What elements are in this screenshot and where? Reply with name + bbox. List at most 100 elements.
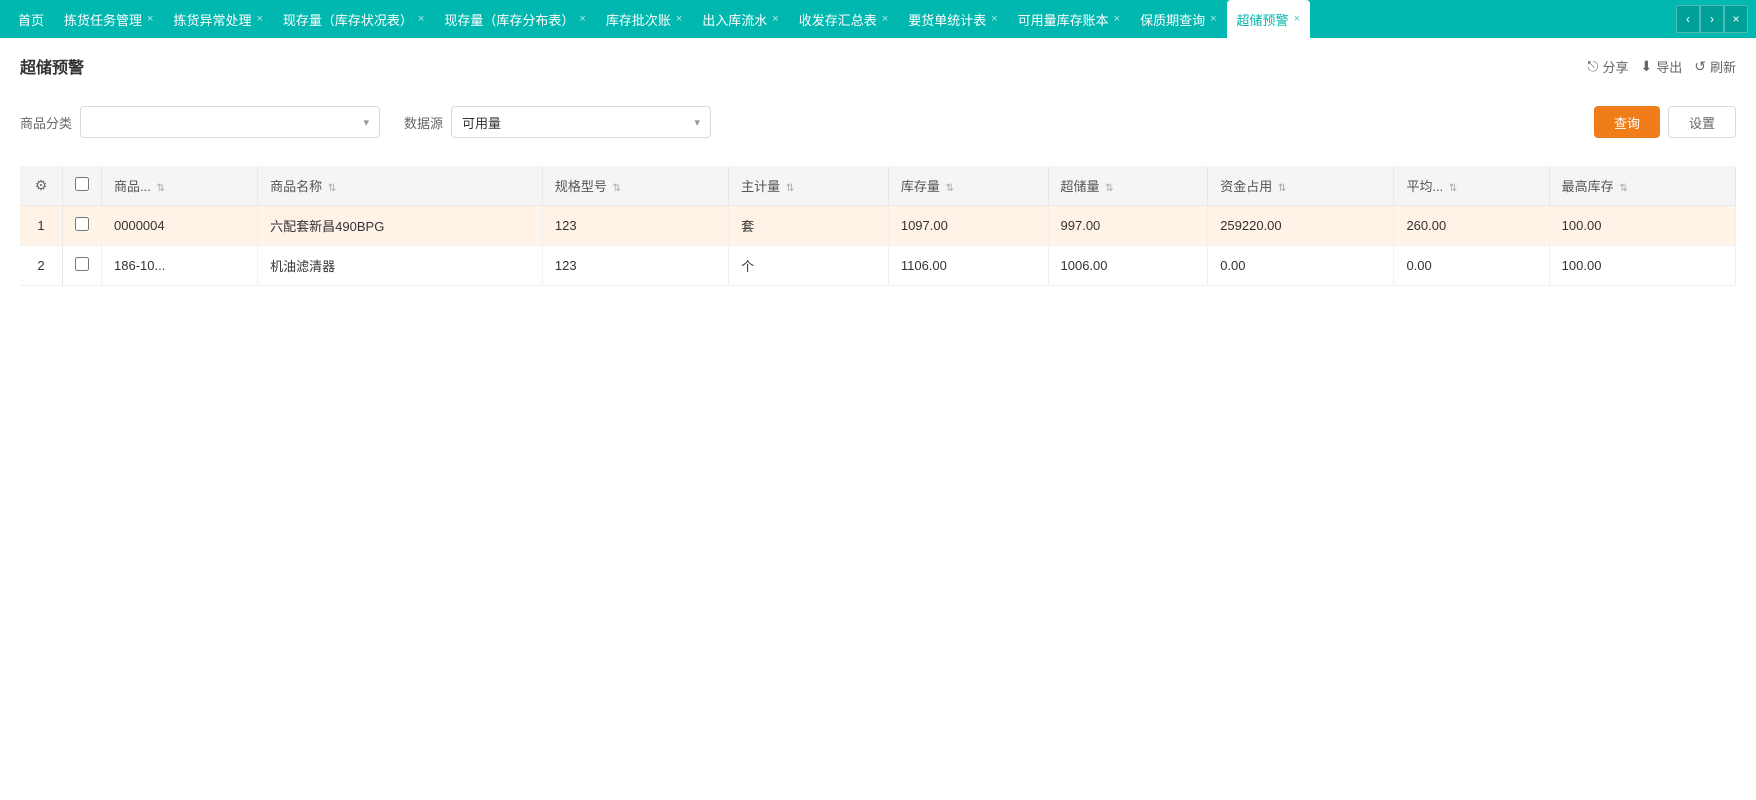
export-icon: ⬇ bbox=[1641, 58, 1653, 75]
nav-label: 要货单统计表 bbox=[908, 10, 986, 29]
close-icon[interactable]: × bbox=[256, 13, 262, 25]
nav-label: 现存量（库存状况表） bbox=[283, 10, 413, 29]
th-overstock[interactable]: 超储量 ⇅ bbox=[1048, 166, 1208, 206]
nav-item-task[interactable]: 拣货任务管理 × bbox=[54, 0, 163, 38]
header-actions: ⎋ 分享 ⬇ 导出 ↺ 刷新 bbox=[1587, 57, 1736, 76]
nav-item-stock-dist[interactable]: 现存量（库存分布表） × bbox=[434, 0, 595, 38]
nav-item-order-stat[interactable]: 要货单统计表 × bbox=[898, 0, 1007, 38]
share-label: 分享 bbox=[1602, 57, 1628, 76]
page-container: 超储预警 ⎋ 分享 ⬇ 导出 ↺ 刷新 商品分类 ▾ 数据源 bbox=[0, 38, 1756, 800]
nav-label: 库存批次账 bbox=[606, 10, 671, 29]
setting-button[interactable]: 设置 bbox=[1668, 106, 1736, 138]
product-name: 六配套新昌490BPG bbox=[258, 206, 543, 246]
close-icon[interactable]: × bbox=[991, 13, 997, 25]
row-checkbox[interactable] bbox=[75, 257, 89, 271]
sort-icon: ⇅ bbox=[945, 183, 953, 194]
datasource-select[interactable]: 可用量 ▾ bbox=[451, 106, 711, 138]
table-header-row: ⚙ 商品... ⇅ 商品名称 ⇅ 规格型号 ⇅ 主计量 bbox=[20, 166, 1736, 206]
query-button[interactable]: 查询 bbox=[1594, 106, 1660, 138]
chevron-down-icon: ▾ bbox=[363, 116, 369, 129]
category-filter-group: 商品分类 ▾ bbox=[20, 106, 380, 138]
sort-icon: ⇅ bbox=[613, 183, 621, 194]
export-button[interactable]: ⬇ 导出 bbox=[1641, 57, 1683, 76]
nav-item-exception[interactable]: 拣货异常处理 × bbox=[163, 0, 272, 38]
overstock: 997.00 bbox=[1048, 206, 1208, 246]
row-num: 2 bbox=[20, 246, 63, 286]
nav-item-home[interactable]: 首页 bbox=[8, 0, 54, 38]
close-icon[interactable]: × bbox=[147, 13, 153, 25]
sort-icon: ⇅ bbox=[1619, 183, 1627, 194]
nav-item-available[interactable]: 可用量库存账本 × bbox=[1008, 0, 1130, 38]
refresh-label: 刷新 bbox=[1710, 57, 1736, 76]
close-icon[interactable]: × bbox=[1294, 13, 1300, 25]
th-label: 超储量 bbox=[1061, 179, 1100, 194]
max-stock: 100.00 bbox=[1549, 206, 1735, 246]
close-icon[interactable]: × bbox=[772, 13, 778, 25]
row-num: 1 bbox=[20, 206, 63, 246]
nav-item-stock-status[interactable]: 现存量（库存状况表） × bbox=[273, 0, 434, 38]
th-capital[interactable]: 资金占用 ⇅ bbox=[1208, 166, 1394, 206]
nav-label: 保质期查询 bbox=[1140, 10, 1205, 29]
th-label: 最高库存 bbox=[1562, 179, 1614, 194]
category-select[interactable]: ▾ bbox=[80, 106, 380, 138]
th-spec[interactable]: 规格型号 ⇅ bbox=[542, 166, 728, 206]
datasource-label: 数据源 bbox=[404, 113, 443, 132]
sort-icon: ⇅ bbox=[156, 183, 164, 194]
page-title: 超储预警 bbox=[20, 54, 84, 78]
close-icon[interactable]: × bbox=[579, 13, 585, 25]
avg: 0.00 bbox=[1394, 246, 1549, 286]
share-button[interactable]: ⎋ 分享 bbox=[1587, 57, 1628, 76]
th-label: 平均... bbox=[1406, 179, 1443, 194]
sort-icon: ⇅ bbox=[1278, 183, 1286, 194]
nav-arrow-left[interactable]: ‹ bbox=[1676, 5, 1700, 33]
nav-label: 现存量（库存分布表） bbox=[444, 10, 574, 29]
nav-item-expiry[interactable]: 保质期查询 × bbox=[1130, 0, 1226, 38]
table-row: 2 186-10... 机油滤清器 123 个 1106.00 1006.00 … bbox=[20, 246, 1736, 286]
nav-item-batch[interactable]: 库存批次账 × bbox=[596, 0, 692, 38]
refresh-icon: ↺ bbox=[1694, 58, 1706, 75]
close-icon[interactable]: × bbox=[1114, 13, 1120, 25]
checkbox-cell[interactable] bbox=[63, 246, 102, 286]
th-max-stock[interactable]: 最高库存 ⇅ bbox=[1549, 166, 1735, 206]
th-unit[interactable]: 主计量 ⇅ bbox=[729, 166, 889, 206]
close-icon[interactable]: × bbox=[676, 13, 682, 25]
row-checkbox[interactable] bbox=[75, 217, 89, 231]
chevron-down-icon: ▾ bbox=[695, 116, 701, 129]
filter-bar: 商品分类 ▾ 数据源 可用量 ▾ 查询 设置 bbox=[20, 94, 1736, 150]
nav-arrow-right[interactable]: › bbox=[1700, 5, 1724, 33]
product-name: 机油滤清器 bbox=[258, 246, 543, 286]
checkbox-cell[interactable] bbox=[63, 206, 102, 246]
capital: 0.00 bbox=[1208, 246, 1394, 286]
th-product-name[interactable]: 商品名称 ⇅ bbox=[258, 166, 543, 206]
overstock: 1006.00 bbox=[1048, 246, 1208, 286]
unit: 套 bbox=[729, 206, 889, 246]
th-label: 商品... bbox=[114, 179, 151, 194]
page-header: 超储预警 ⎋ 分享 ⬇ 导出 ↺ 刷新 bbox=[20, 54, 1736, 78]
refresh-button[interactable]: ↺ 刷新 bbox=[1694, 57, 1736, 76]
settings-icon[interactable]: ⚙ bbox=[32, 177, 50, 195]
nav-arrow-close[interactable]: × bbox=[1724, 5, 1748, 33]
close-icon[interactable]: × bbox=[418, 13, 424, 25]
sort-icon: ⇅ bbox=[328, 183, 336, 194]
nav-item-summary[interactable]: 收发存汇总表 × bbox=[789, 0, 898, 38]
th-checkbox bbox=[63, 166, 102, 206]
product-code: 0000004 bbox=[102, 206, 258, 246]
close-icon[interactable]: × bbox=[882, 13, 888, 25]
product-code: 186-10... bbox=[102, 246, 258, 286]
th-product-code[interactable]: 商品... ⇅ bbox=[102, 166, 258, 206]
select-all-checkbox[interactable] bbox=[75, 177, 89, 191]
nav-item-inout[interactable]: 出入库流水 × bbox=[692, 0, 788, 38]
th-settings[interactable]: ⚙ bbox=[20, 166, 63, 206]
th-label: 商品名称 bbox=[270, 179, 322, 194]
share-icon: ⎋ bbox=[1587, 58, 1598, 75]
capital: 259220.00 bbox=[1208, 206, 1394, 246]
nav-label: 拣货任务管理 bbox=[64, 10, 142, 29]
unit: 个 bbox=[729, 246, 889, 286]
th-avg[interactable]: 平均... ⇅ bbox=[1394, 166, 1549, 206]
close-icon[interactable]: × bbox=[1210, 13, 1216, 25]
nav-label: 拣货异常处理 bbox=[173, 10, 251, 29]
datasource-filter-group: 数据源 可用量 ▾ bbox=[404, 106, 711, 138]
nav-item-overstock[interactable]: 超储预警 × bbox=[1227, 0, 1310, 38]
th-stock[interactable]: 库存量 ⇅ bbox=[888, 166, 1048, 206]
sort-icon: ⇅ bbox=[1449, 183, 1457, 194]
